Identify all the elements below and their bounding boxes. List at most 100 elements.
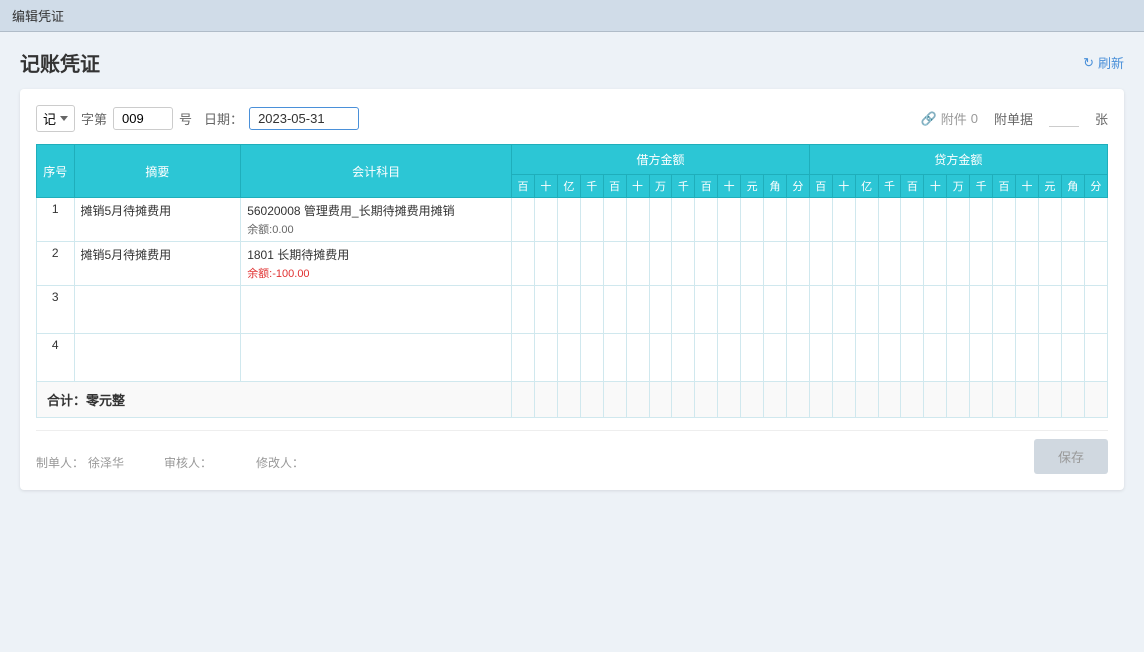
d4-c3[interactable] [557,334,580,382]
cr3-c10[interactable] [1016,286,1039,334]
row-summary-1[interactable]: 摊销5月待摊费用 [74,198,241,242]
cr4-c4[interactable] [878,334,901,382]
attach-single-button[interactable]: 附单据 [994,109,1033,128]
cr4-c11[interactable] [1038,334,1061,382]
d3-c1[interactable] [512,286,535,334]
cr3-c5[interactable] [901,286,924,334]
d4-c5[interactable] [603,334,626,382]
d3-c9[interactable] [695,286,718,334]
d1-c7[interactable] [649,198,672,242]
attachment-button[interactable]: 🔗 附件 0 [921,109,978,128]
d3-c5[interactable] [603,286,626,334]
cr2-c2[interactable] [832,242,855,286]
cr4-c2[interactable] [832,334,855,382]
cr1-c1[interactable] [809,198,832,242]
cr1-c3[interactable] [855,198,878,242]
cr1-c8[interactable] [970,198,993,242]
cr4-c12[interactable] [1061,334,1084,382]
cr1-c2[interactable] [832,198,855,242]
d1-c10[interactable] [718,198,741,242]
cr1-c10[interactable] [1016,198,1039,242]
d2-c3[interactable] [557,242,580,286]
d2-c2[interactable] [534,242,557,286]
d2-c13[interactable] [786,242,809,286]
save-button[interactable]: 保存 [1034,439,1108,474]
cr2-c10[interactable] [1016,242,1039,286]
d1-c6[interactable] [626,198,649,242]
cr4-c8[interactable] [970,334,993,382]
cr2-c7[interactable] [947,242,970,286]
row-account-4[interactable] [241,334,512,382]
cr4-c9[interactable] [993,334,1016,382]
cr2-c5[interactable] [901,242,924,286]
d2-c7[interactable] [649,242,672,286]
d4-c8[interactable] [672,334,695,382]
d1-c1[interactable] [512,198,535,242]
d1-c12[interactable] [764,198,787,242]
cr2-c11[interactable] [1038,242,1061,286]
row-summary-3[interactable] [74,286,241,334]
d2-c10[interactable] [718,242,741,286]
cr3-c9[interactable] [993,286,1016,334]
cr3-c1[interactable] [809,286,832,334]
row-account-2[interactable]: 1801 长期待摊费用 余额:-100.00 [241,242,512,286]
d2-c6[interactable] [626,242,649,286]
cr4-c6[interactable] [924,334,947,382]
cr4-c7[interactable] [947,334,970,382]
d1-c2[interactable] [534,198,557,242]
d2-c1[interactable] [512,242,535,286]
d3-c11[interactable] [741,286,764,334]
d3-c6[interactable] [626,286,649,334]
d4-c12[interactable] [764,334,787,382]
prefix-select[interactable]: 记 [36,105,75,132]
cr3-c2[interactable] [832,286,855,334]
cr1-c12[interactable] [1061,198,1084,242]
d3-c8[interactable] [672,286,695,334]
d3-c7[interactable] [649,286,672,334]
cr4-c5[interactable] [901,334,924,382]
cr2-c12[interactable] [1061,242,1084,286]
d4-c6[interactable] [626,334,649,382]
d1-c4[interactable] [580,198,603,242]
cr1-c11[interactable] [1038,198,1061,242]
d4-c1[interactable] [512,334,535,382]
d1-c13[interactable] [786,198,809,242]
d3-c4[interactable] [580,286,603,334]
cr4-c1[interactable] [809,334,832,382]
row-summary-2[interactable]: 摊销5月待摊费用 [74,242,241,286]
d1-c11[interactable] [741,198,764,242]
cr1-c5[interactable] [901,198,924,242]
d1-c3[interactable] [557,198,580,242]
cr3-c12[interactable] [1061,286,1084,334]
cr2-c13[interactable] [1084,242,1107,286]
d3-c12[interactable] [764,286,787,334]
d2-c4[interactable] [580,242,603,286]
row-account-3[interactable] [241,286,512,334]
d3-c2[interactable] [534,286,557,334]
d2-c5[interactable] [603,242,626,286]
row-account-1[interactable]: 56020008 管理费用_长期待摊费用摊销 余额:0.00 [241,198,512,242]
d4-c10[interactable] [718,334,741,382]
d2-c9[interactable] [695,242,718,286]
cr2-c3[interactable] [855,242,878,286]
date-input[interactable] [249,107,359,130]
d2-c12[interactable] [764,242,787,286]
cr3-c4[interactable] [878,286,901,334]
cr4-c10[interactable] [1016,334,1039,382]
cr1-c4[interactable] [878,198,901,242]
cr1-c7[interactable] [947,198,970,242]
cr3-c13[interactable] [1084,286,1107,334]
cr3-c7[interactable] [947,286,970,334]
cr3-c6[interactable] [924,286,947,334]
d4-c2[interactable] [534,334,557,382]
cr2-c6[interactable] [924,242,947,286]
cr3-c3[interactable] [855,286,878,334]
cr3-c11[interactable] [1038,286,1061,334]
d1-c5[interactable] [603,198,626,242]
zhang-input[interactable] [1049,111,1079,127]
refresh-button[interactable]: ↻ 刷新 [1083,53,1124,72]
d1-c9[interactable] [695,198,718,242]
d1-c8[interactable] [672,198,695,242]
d2-c8[interactable] [672,242,695,286]
d4-c4[interactable] [580,334,603,382]
